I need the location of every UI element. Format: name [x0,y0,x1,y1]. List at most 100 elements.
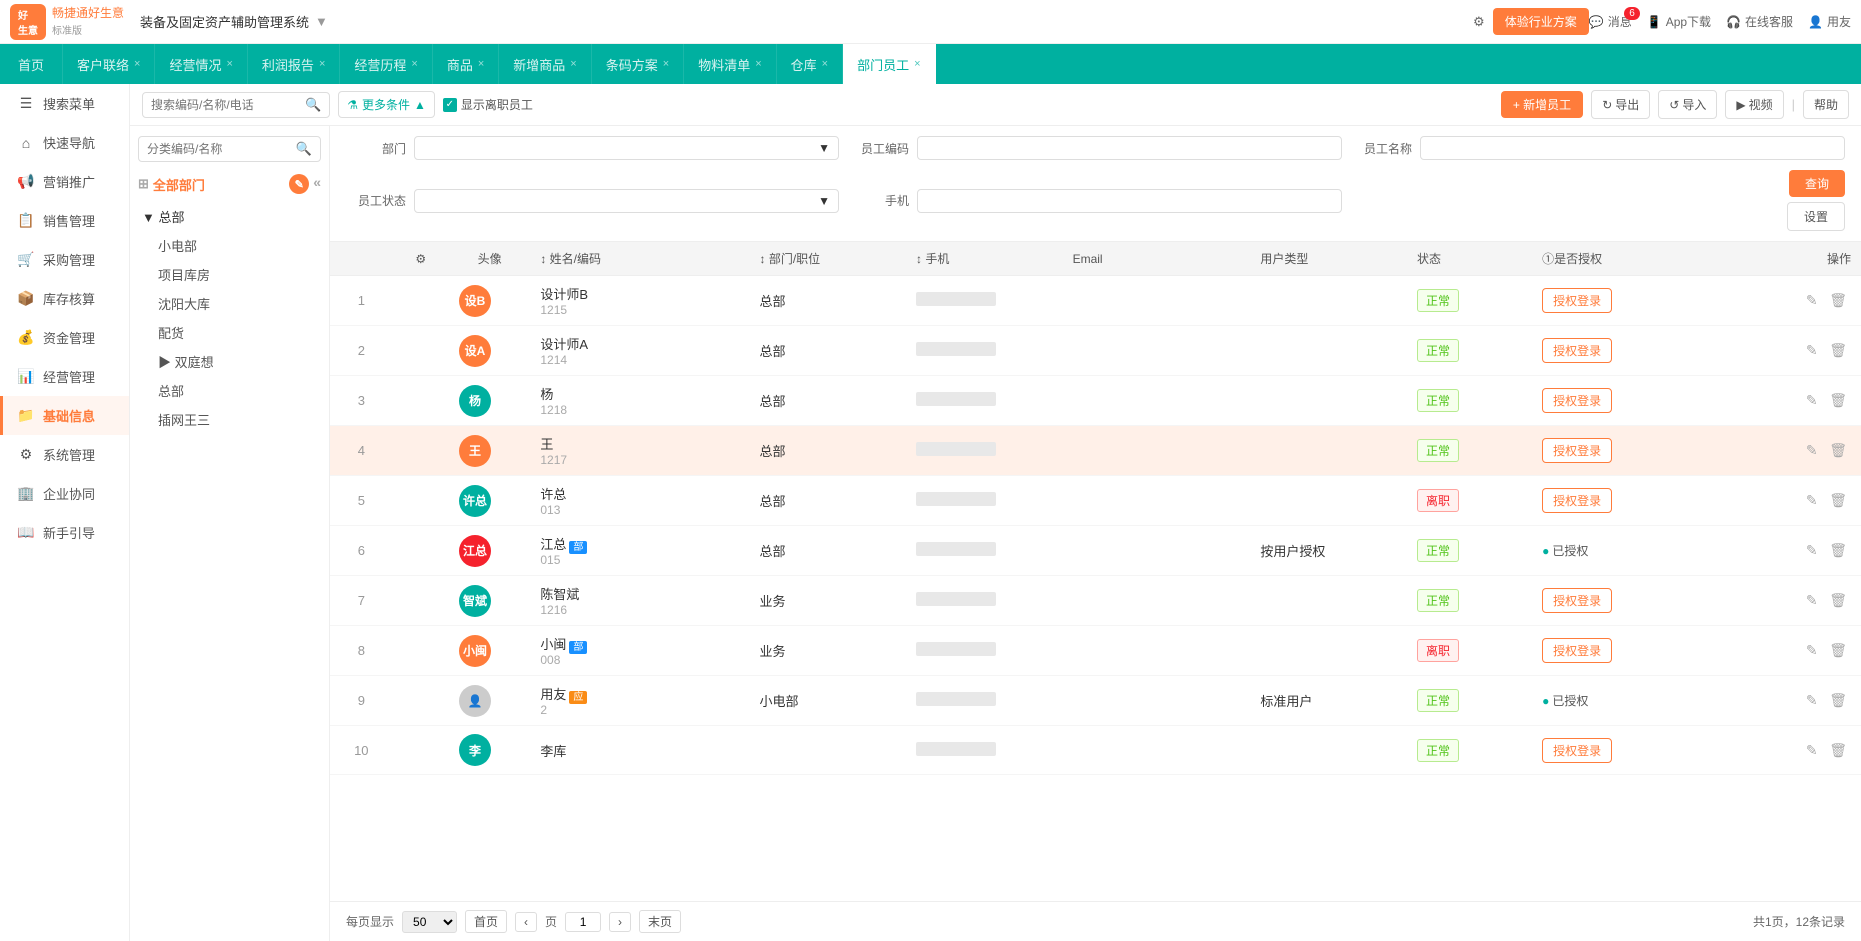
nav-tab-profit[interactable]: 利润报告× [248,44,340,84]
edit-button[interactable]: ✎ [1802,340,1822,360]
delete-button[interactable]: 🗑 [1825,440,1851,460]
edit-button[interactable]: ✎ [1802,690,1822,710]
nav-tab-warehouse[interactable]: 仓库× [777,44,843,84]
sidebar-item-quicknav[interactable]: ⌂快速导航 [0,123,129,162]
search-box[interactable]: 🔍 [142,92,330,118]
nav-tab-home[interactable]: 首页 [0,44,63,84]
nav-tab-barcode[interactable]: 条码方案× [592,44,684,84]
edit-button[interactable]: ✎ [1802,540,1822,560]
auth-button[interactable]: 授权登录 [1542,338,1612,363]
dept-node-shenyang[interactable]: 沈阳大库 [130,289,329,318]
nav-tab-customer[interactable]: 客户联络× [63,44,155,84]
sidebar-item-finance[interactable]: 💰资金管理 [0,318,129,357]
delete-button[interactable]: 🗑 [1825,640,1851,660]
page-size-select[interactable]: 50 20 100 [402,911,457,933]
dept-node-project[interactable]: 项目库房 [130,260,329,289]
app-download-button[interactable]: 📱 App下载 [1647,13,1711,30]
delete-button[interactable]: 🗑 [1825,740,1851,760]
auth-button[interactable]: 授权登录 [1542,488,1612,513]
message-button[interactable]: 💬 消息 6 [1589,13,1632,30]
sidebar-item-sales[interactable]: 📋销售管理 [0,201,129,240]
delete-button[interactable]: 🗑 [1825,690,1851,710]
dept-node-zongbu[interactable]: 总部 [130,376,329,405]
delete-button[interactable]: 🗑 [1825,290,1851,310]
nav-tab-goods[interactable]: 商品× [433,44,499,84]
auth-button[interactable]: 授权登录 [1542,288,1612,313]
edit-button[interactable]: ✎ [1802,640,1822,660]
dept-node-head[interactable]: ▼ 总部 [130,202,329,231]
delete-button[interactable]: 🗑 [1825,590,1851,610]
nav-tab-employee[interactable]: 部门员工× [843,44,935,84]
tab-close-customer[interactable]: × [134,58,140,70]
auth-button[interactable]: 授权登录 [1542,638,1612,663]
online-service-button[interactable]: 🎧 在线客服 [1726,13,1793,30]
nav-tab-newgoods[interactable]: 新增商品× [499,44,591,84]
next-page-button[interactable]: › [609,912,631,932]
more-conditions-button[interactable]: ⚗ 更多条件 ▲ [338,91,435,118]
add-employee-button[interactable]: + 新增员工 [1501,91,1583,118]
sidebar-item-system[interactable]: ⚙系统管理 [0,435,129,474]
name-input[interactable] [1420,136,1845,160]
user-button[interactable]: 👤 用友 [1808,13,1851,30]
th-phone[interactable]: ↕ 手机 [906,242,1063,276]
tab-close-warehouse[interactable]: × [822,58,828,70]
dept-search-input[interactable] [147,142,296,156]
last-page-button[interactable]: 末页 [639,910,681,933]
dept-node-shuangji[interactable]: ▶ 双庭想 [130,347,329,376]
tab-close-goods[interactable]: × [478,58,484,70]
nav-tab-history[interactable]: 经营历程× [340,44,432,84]
sidebar-item-purchase[interactable]: 🛒采购管理 [0,240,129,279]
edit-button[interactable]: ✎ [1802,390,1822,410]
tab-close-history[interactable]: × [411,58,417,70]
phone-input[interactable] [917,189,1342,213]
dept-node-peihuо[interactable]: 配货 [130,318,329,347]
dept-search[interactable]: 🔍 [138,136,321,162]
settings-button[interactable]: ⚙ [1465,8,1493,36]
first-page-button[interactable]: 首页 [465,910,507,933]
dept-node-small[interactable]: 小电部 [130,231,329,260]
auth-button[interactable]: 授权登录 [1542,738,1612,763]
import-button[interactable]: ↺ 导入 [1658,90,1717,119]
delete-button[interactable]: 🗑 [1825,490,1851,510]
dept-node-chuanwang[interactable]: 插网王三 [130,405,329,434]
tab-close-barcode[interactable]: × [663,58,669,70]
query-button[interactable]: 查询 [1789,170,1845,197]
set-button[interactable]: 设置 [1787,202,1845,231]
sidebar-item-marketing[interactable]: 📢营销推广 [0,162,129,201]
tab-close-profit[interactable]: × [319,58,325,70]
edit-button[interactable]: ✎ [1802,740,1822,760]
delete-button[interactable]: 🗑 [1825,390,1851,410]
dept-select[interactable]: ▼ [414,136,839,160]
edit-button[interactable]: ✎ [1802,490,1822,510]
sidebar-item-company[interactable]: 🏢企业协同 [0,474,129,513]
delete-button[interactable]: 🗑 [1825,340,1851,360]
th-name[interactable]: ↕ 姓名/编码 [530,242,749,276]
auth-button[interactable]: 授权登录 [1542,388,1612,413]
sidebar-item-basic[interactable]: 📁基础信息 [0,396,129,435]
nav-tab-material[interactable]: 物料清单× [684,44,776,84]
auth-button[interactable]: 授权登录 [1542,438,1612,463]
nav-tab-operation[interactable]: 经营情况× [155,44,247,84]
delete-button[interactable]: 🗑 [1825,540,1851,560]
tab-close-material[interactable]: × [755,58,761,70]
experience-button[interactable]: 体验行业方案 [1493,8,1589,35]
view-button[interactable]: ▶ 视频 [1725,90,1783,119]
system-dropdown-icon[interactable]: ▼ [315,14,328,29]
tab-close-employee[interactable]: × [914,58,920,70]
sidebar-item-inventory[interactable]: 📦库存核算 [0,279,129,318]
code-input[interactable] [917,136,1342,160]
dept-collapse-icon[interactable]: « [313,174,321,194]
edit-button[interactable]: ✎ [1802,440,1822,460]
help-button[interactable]: 帮助 [1803,90,1849,119]
export-button[interactable]: ↻ 导出 [1591,90,1650,119]
auth-button[interactable]: 授权登录 [1542,588,1612,613]
tab-close-operation[interactable]: × [226,58,232,70]
sidebar-item-search[interactable]: ☰搜索菜单 [0,84,129,123]
sidebar-item-guide[interactable]: 📖新手引导 [0,513,129,552]
th-settings[interactable]: ⚙ [393,242,449,276]
search-input[interactable] [151,98,301,112]
page-number-input[interactable] [565,912,601,932]
tab-close-newgoods[interactable]: × [570,58,576,70]
prev-page-button[interactable]: ‹ [515,912,537,932]
edit-button[interactable]: ✎ [1802,590,1822,610]
